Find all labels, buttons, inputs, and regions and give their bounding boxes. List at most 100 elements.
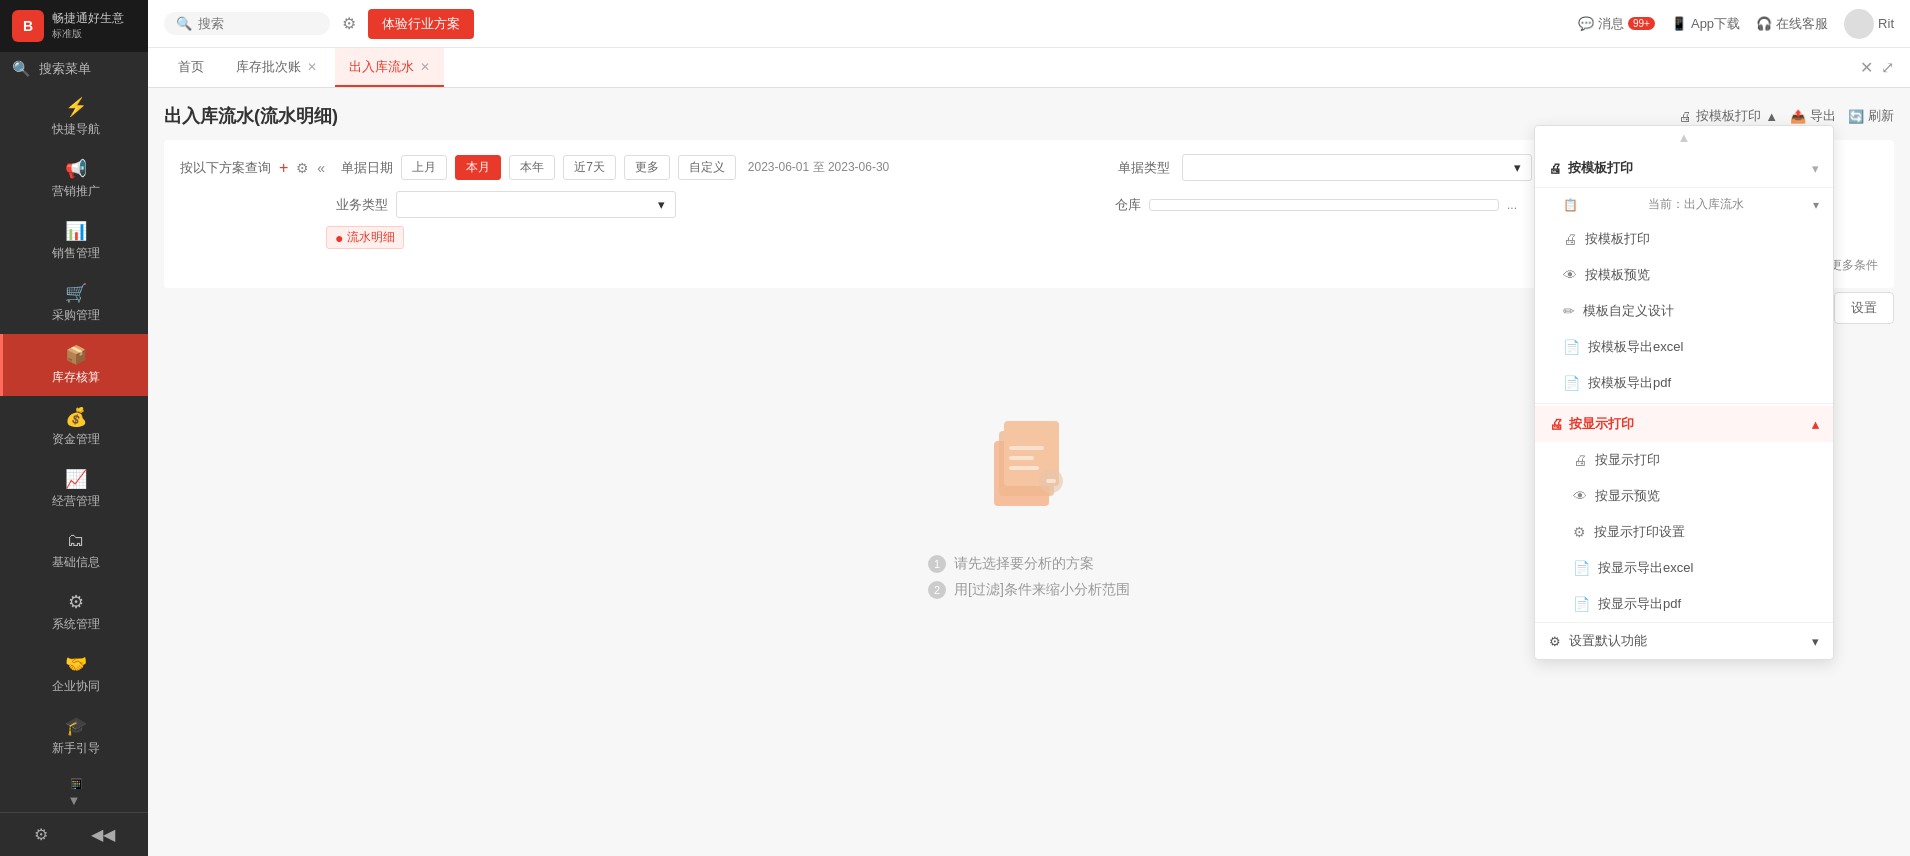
date-7days-btn[interactable]: 近7天 [563,155,616,180]
section-arrow-icon: ▾ [1812,161,1819,176]
sidebar-item-sales[interactable]: 📊 销售管理 [0,210,148,272]
filter-biz-select[interactable]: ▾ [396,191,676,218]
dropdown-display-pdf[interactable]: 📄 按显示导出pdf [1535,586,1833,622]
sidebar-item-finance[interactable]: 💰 资金管理 [0,396,148,458]
top-header: 🔍 ⚙ 体验行业方案 💬 消息 99+ 📱 App下载 🎧 在 [148,0,1910,48]
sidebar-item-label: 销售管理 [52,245,100,262]
date-more-btn[interactable]: 更多 [624,155,670,180]
sidebar-item-label: 新手引导 [52,740,100,757]
svg-rect-3 [1009,446,1044,450]
dropdown-display-settings[interactable]: ⚙ 按显示打印设置 [1535,514,1833,550]
template-print-item-icon: 🖨 [1563,231,1577,247]
filter-query-label: 按以下方案查询 [180,159,271,177]
print-icon: 🖨 [1679,109,1692,124]
message-btn[interactable]: 💬 消息 99+ [1578,15,1655,33]
svg-rect-5 [1009,466,1039,470]
page-actions: 🖨 按模板打印 ▲ 📤 导出 🔄 刷新 ▲ [1679,107,1894,125]
dropdown-template-print[interactable]: 🖨 按模板打印 [1535,221,1833,257]
export-label: 导出 [1810,107,1836,125]
sidebar-item-purchase[interactable]: 🛒 采购管理 [0,272,148,334]
tab-batch-close[interactable]: ✕ [307,60,317,74]
app-download-btn[interactable]: 📱 App下载 [1671,15,1740,33]
date-this-month-btn[interactable]: 本月 [455,155,501,180]
sidebar-item-operation[interactable]: 📈 经营管理 [0,458,148,520]
online-service-btn[interactable]: 🎧 在线客服 [1756,15,1828,33]
filter-tag-label: 流水明细 [347,229,395,246]
tab-bar-right: ✕ ⤢ [1860,58,1894,77]
dropdown-display-print[interactable]: 🖨 按显示打印 [1535,442,1833,478]
dropdown-display-excel[interactable]: 📄 按显示导出excel [1535,550,1833,586]
dropdown-display-preview[interactable]: 👁 按显示预览 [1535,478,1833,514]
tab-home[interactable]: 首页 [164,48,218,87]
dropdown-footer-settings[interactable]: ⚙ 设置默认功能 ▾ [1535,622,1833,659]
user-avatar-btn[interactable]: Rit [1844,9,1894,39]
app-download-label: App下载 [1691,15,1740,33]
sidebar-item-system[interactable]: ⚙ 系统管理 [0,581,148,643]
template-print-button[interactable]: 🖨 按模板打印 ▲ [1679,107,1778,125]
page-title: 出入库流水(流水明细) [164,104,338,128]
sidebar-item-label: 基础信息 [52,554,100,571]
svg-rect-4 [1009,456,1034,460]
search-header-icon: 🔍 [176,16,192,31]
tag-icon: ● [335,230,343,246]
online-service-label: 在线客服 [1776,15,1828,33]
refresh-button[interactable]: 🔄 刷新 [1848,107,1894,125]
sidebar-item-shortcut[interactable]: ⚡ 快捷导航 [0,86,148,148]
close-tab-btn[interactable]: ✕ [1860,58,1873,77]
sidebar-item-basic[interactable]: 🗂 基础信息 [0,520,148,581]
export-button[interactable]: 📤 导出 [1790,107,1836,125]
filter-collapse-left-icon[interactable]: « [317,160,325,176]
display-print-section-icon: 🖨 [1549,416,1563,432]
tip-text-2: 用[过滤]条件来缩小分析范围 [954,581,1130,599]
tab-flow-close[interactable]: ✕ [420,60,430,74]
dropdown-template-pdf[interactable]: 📄 按模板导出pdf [1535,365,1833,401]
industry-solution-button[interactable]: 体验行业方案 [368,9,474,39]
filter-date-group: 单据日期 上月 本月 本年 近7天 更多 自定义 2023-06-01 至 20… [341,155,1101,180]
scroll-up-indicator[interactable]: ▲ [1535,126,1833,149]
filter-type-select[interactable]: ▾ [1182,154,1532,181]
filter-tag-item[interactable]: ● 流水明细 [326,226,404,249]
tab-flow[interactable]: 出入库流水 ✕ [335,48,444,87]
tab-bar-left: 首页 库存批次账 ✕ 出入库流水 ✕ [164,48,444,87]
sidebar-item-marketing[interactable]: 📢 营销推广 [0,148,148,210]
dropdown-template-preview[interactable]: 👁 按模板预览 [1535,257,1833,293]
filter-warehouse-more-btn[interactable]: ... [1507,198,1517,212]
header-search[interactable]: 🔍 [164,12,330,35]
sidebar-item-inventory[interactable]: 📦 库存核算 [0,334,148,396]
tab-flow-label: 出入库流水 [349,58,414,76]
header-search-input[interactable] [198,16,318,31]
app-logo-icon: B [12,10,44,42]
dropdown-template-excel[interactable]: 📄 按模板导出excel [1535,329,1833,365]
marketing-icon: 📢 [65,158,87,180]
current-arrow-icon: ▾ [1813,198,1819,212]
sidebar-settings-btn[interactable]: ⚙ [34,825,48,844]
header-gear-icon[interactable]: ⚙ [342,14,356,33]
sidebar-scroll: ⚡ 快捷导航 📢 营销推广 📊 销售管理 🛒 采购管理 📦 库存核算 💰 [0,86,148,789]
sidebar-item-coop[interactable]: 🤝 企业协同 [0,643,148,705]
chevron-up-icon: ▲ [1765,109,1778,124]
sidebar-item-guide[interactable]: 🎓 新手引导 [0,705,148,767]
operation-icon: 📈 [65,468,87,490]
date-last-month-btn[interactable]: 上月 [401,155,447,180]
template-print-section-header[interactable]: 🖨 按模板打印 ▾ [1535,149,1833,188]
search-menu[interactable]: 🔍 搜索菜单 [0,52,148,86]
tab-batch[interactable]: 库存批次账 ✕ [222,48,331,87]
expand-tab-btn[interactable]: ⤢ [1881,58,1894,77]
filter-biz-expand-icon: ▾ [658,197,665,212]
display-pdf-icon: 📄 [1573,596,1590,612]
sales-icon: 📊 [65,220,87,242]
sidebar-collapse-btn[interactable]: ◀◀ [91,825,115,844]
filter-add-button[interactable]: + [279,159,288,177]
filter-settings-icon[interactable]: ⚙ [296,160,309,176]
appstore-icon: 📱 [65,777,87,789]
scroll-down-btn[interactable]: ▼ [0,789,148,812]
filter-warehouse-select[interactable] [1149,199,1499,211]
date-this-year-btn[interactable]: 本年 [509,155,555,180]
refresh-icon: 🔄 [1848,109,1864,124]
settings-button[interactable]: 设置 [1834,292,1894,324]
app-logo-text: 畅捷通好生意 标准版 [52,11,124,41]
date-custom-btn[interactable]: 自定义 [678,155,736,180]
display-print-section[interactable]: 🖨 按显示打印 ▴ [1535,406,1833,442]
dropdown-template-customize[interactable]: ✏ 模板自定义设计 [1535,293,1833,329]
sidebar-item-appstore[interactable]: 📱 应用中心 [0,767,148,789]
